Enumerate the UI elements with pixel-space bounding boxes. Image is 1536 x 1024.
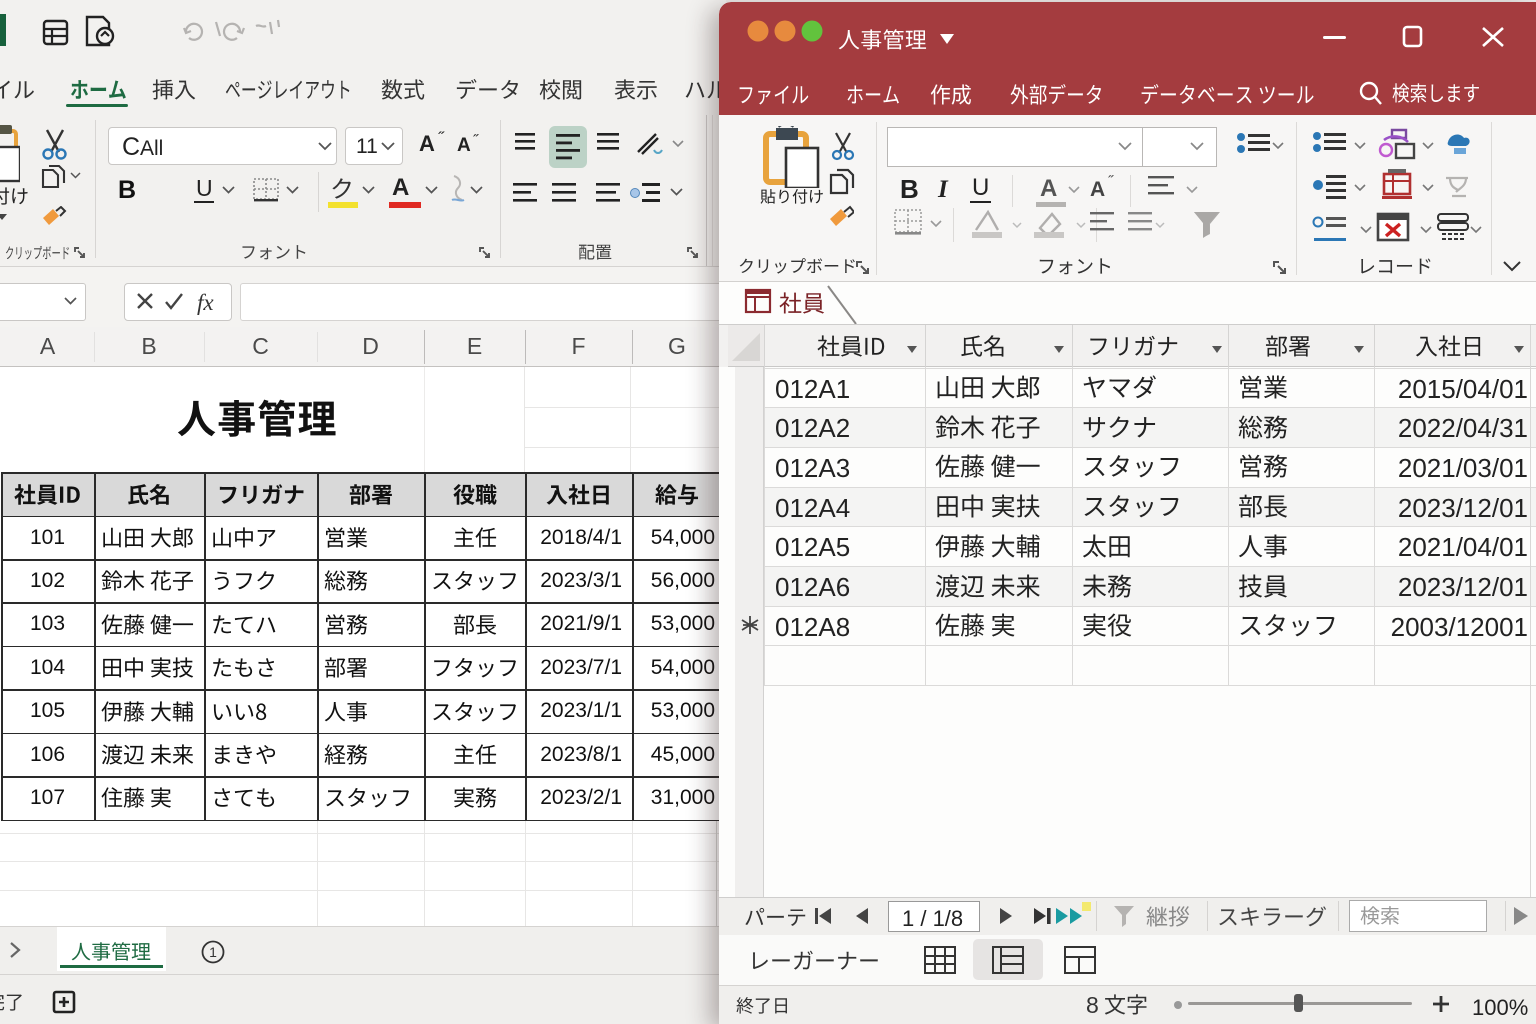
svg-text:1: 1	[209, 944, 217, 960]
